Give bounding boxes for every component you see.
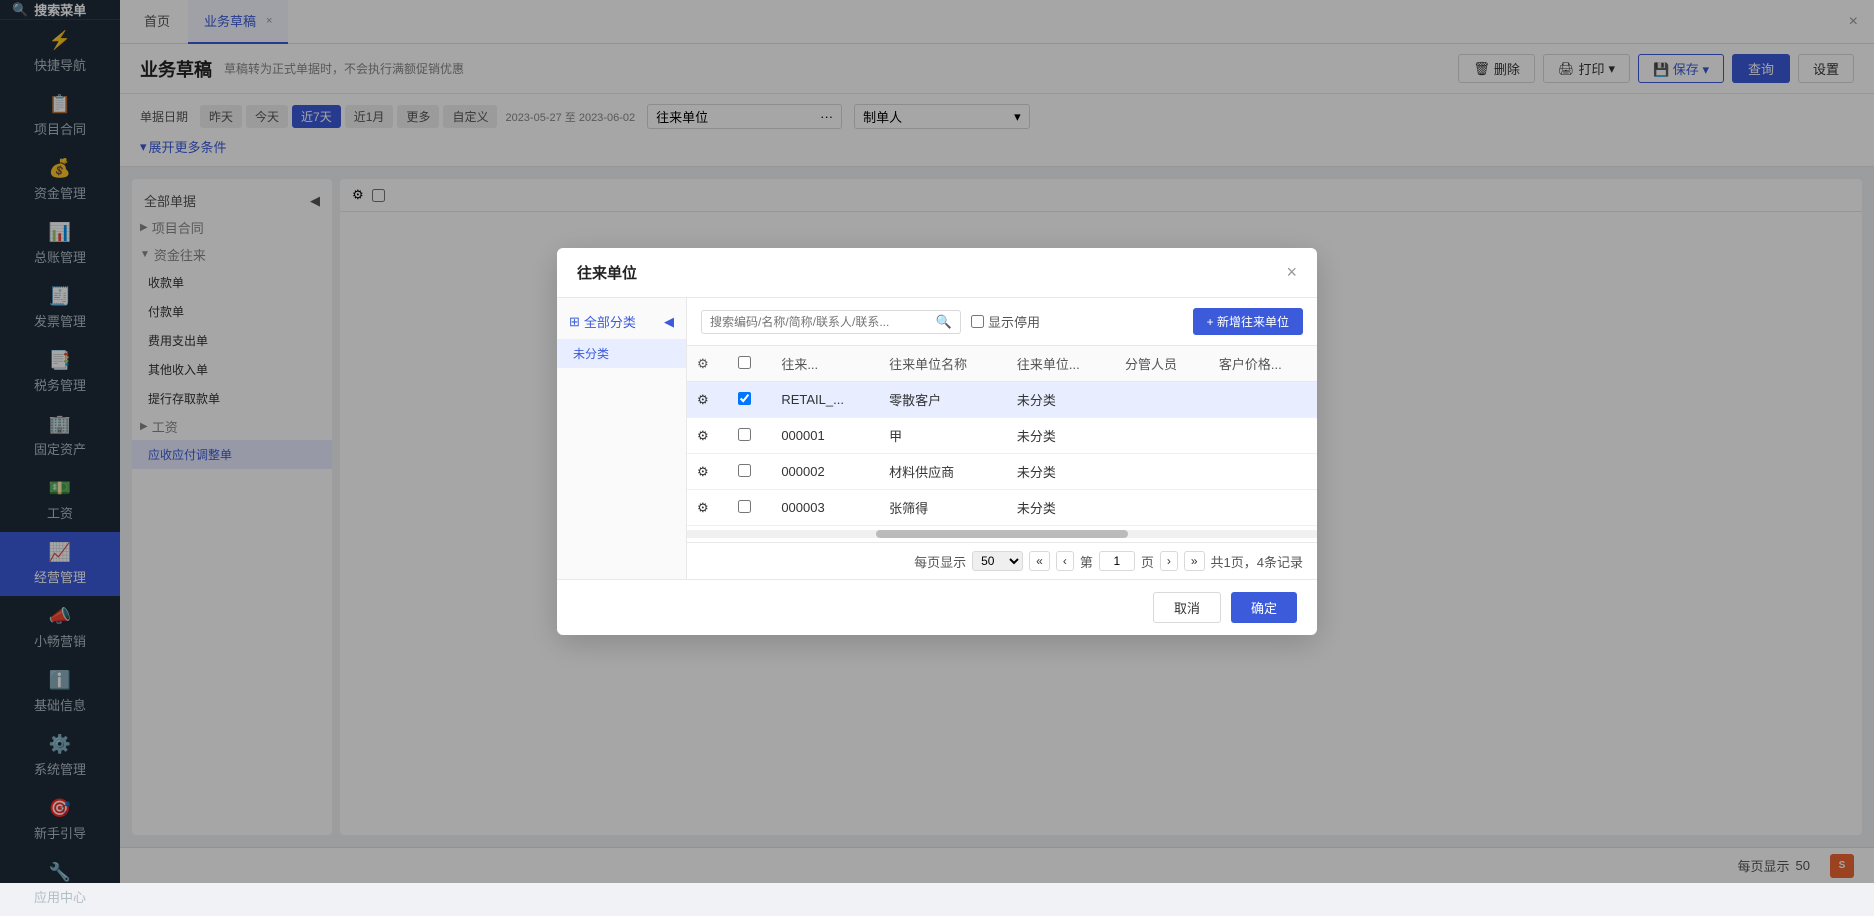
dialog-collapse-icon[interactable]: ◀: [664, 314, 674, 330]
dialog-left-panel: ⊞ 全部分类 ◀ 未分类: [557, 298, 687, 579]
col-name: 往来单位名称: [879, 346, 1007, 382]
row-category: 未分类: [1007, 382, 1115, 418]
per-page-select[interactable]: 50 20 100: [972, 551, 1023, 571]
row-checkbox[interactable]: [738, 428, 751, 441]
row-code: RETAIL_...: [771, 382, 879, 418]
row-checkbox-cell[interactable]: [728, 454, 771, 490]
show-disabled-checkbox[interactable]: [971, 315, 984, 328]
first-page-button[interactable]: «: [1029, 551, 1050, 571]
row-category: 未分类: [1007, 418, 1115, 454]
table-row[interactable]: ⚙ 000002 材料供应商 未分类: [687, 454, 1317, 490]
dialog-search[interactable]: 🔍: [701, 310, 961, 334]
row-manager: [1115, 490, 1209, 526]
row-checkbox-cell[interactable]: [728, 382, 771, 418]
row-manager: [1115, 454, 1209, 490]
col-settings: ⚙: [687, 346, 728, 382]
dialog-header: 往来单位 ×: [557, 248, 1317, 298]
next-page-button[interactable]: ›: [1160, 551, 1178, 571]
row-category: 未分类: [1007, 454, 1115, 490]
row-price: [1209, 490, 1317, 526]
dialog-title: 往来单位: [577, 262, 637, 283]
row-settings-icon: ⚙: [687, 454, 728, 490]
dialog-search-input[interactable]: [710, 315, 930, 329]
grid-icon: ⊞: [569, 314, 580, 330]
col-code: 往来...: [771, 346, 879, 382]
dialog-footer: 取消 确定: [557, 579, 1317, 635]
row-price: [1209, 418, 1317, 454]
row-checkbox[interactable]: [738, 500, 751, 513]
row-code: 000002: [771, 454, 879, 490]
row-settings-icon: ⚙: [687, 382, 728, 418]
row-name: 材料供应商: [879, 454, 1007, 490]
dialog-table-wrap: ⚙ 往来... 往来单位名称 往来单位... 分管人员 客户价格... ⚙: [687, 346, 1317, 526]
dialog-body: ⊞ 全部分类 ◀ 未分类 🔍 显示停用 + 新增往来单位: [557, 298, 1317, 579]
row-code: 000001: [771, 418, 879, 454]
last-page-button[interactable]: »: [1184, 551, 1205, 571]
dialog-scrollthumb[interactable]: [876, 530, 1128, 538]
confirm-button[interactable]: 确定: [1231, 592, 1297, 623]
row-category: 未分类: [1007, 490, 1115, 526]
row-manager: [1115, 382, 1209, 418]
col-price: 客户价格...: [1209, 346, 1317, 382]
dialog-right-panel: 🔍 显示停用 + 新增往来单位 ⚙ 往来...: [687, 298, 1317, 579]
row-settings-icon: ⚙: [687, 418, 728, 454]
col-manager: 分管人员: [1115, 346, 1209, 382]
dialog-category-header: ⊞ 全部分类 ◀: [557, 308, 686, 339]
party-dialog: 往来单位 × ⊞ 全部分类 ◀ 未分类 🔍: [557, 248, 1317, 635]
table-row[interactable]: ⚙ 000001 甲 未分类: [687, 418, 1317, 454]
dialog-scrollbar[interactable]: [687, 530, 1317, 538]
dialog-pagination: 每页显示 50 20 100 « ‹ 第 页 › » 共1页，4条记录: [687, 542, 1317, 579]
add-party-button[interactable]: + 新增往来单位: [1193, 308, 1303, 335]
col-checkbox: [728, 346, 771, 382]
row-checkbox[interactable]: [738, 464, 751, 477]
row-checkbox-cell[interactable]: [728, 490, 771, 526]
row-name: 甲: [879, 418, 1007, 454]
row-price: [1209, 382, 1317, 418]
row-checkbox-cell[interactable]: [728, 418, 771, 454]
cancel-button[interactable]: 取消: [1153, 592, 1221, 623]
row-checkbox[interactable]: [738, 392, 751, 405]
row-settings-icon: ⚙: [687, 490, 728, 526]
row-name: 零散客户: [879, 382, 1007, 418]
dialog-search-icon: 🔍: [936, 314, 952, 330]
dialog-overlay[interactable]: 往来单位 × ⊞ 全部分类 ◀ 未分类 🔍: [0, 0, 1874, 883]
row-price: [1209, 454, 1317, 490]
table-row[interactable]: ⚙ RETAIL_... 零散客户 未分类: [687, 382, 1317, 418]
dialog-toolbar: 🔍 显示停用 + 新增往来单位: [687, 298, 1317, 346]
dialog-close-button[interactable]: ×: [1286, 262, 1297, 283]
dialog-category-unclassified[interactable]: 未分类: [557, 339, 686, 368]
show-disabled-label[interactable]: 显示停用: [971, 312, 1040, 331]
row-name: 张筛得: [879, 490, 1007, 526]
dialog-select-all[interactable]: [738, 356, 751, 369]
row-manager: [1115, 418, 1209, 454]
row-code: 000003: [771, 490, 879, 526]
col-category: 往来单位...: [1007, 346, 1115, 382]
page-number-input[interactable]: [1099, 551, 1135, 571]
dialog-table: ⚙ 往来... 往来单位名称 往来单位... 分管人员 客户价格... ⚙: [687, 346, 1317, 526]
prev-page-button[interactable]: ‹: [1056, 551, 1074, 571]
table-row[interactable]: ⚙ 000003 张筛得 未分类: [687, 490, 1317, 526]
